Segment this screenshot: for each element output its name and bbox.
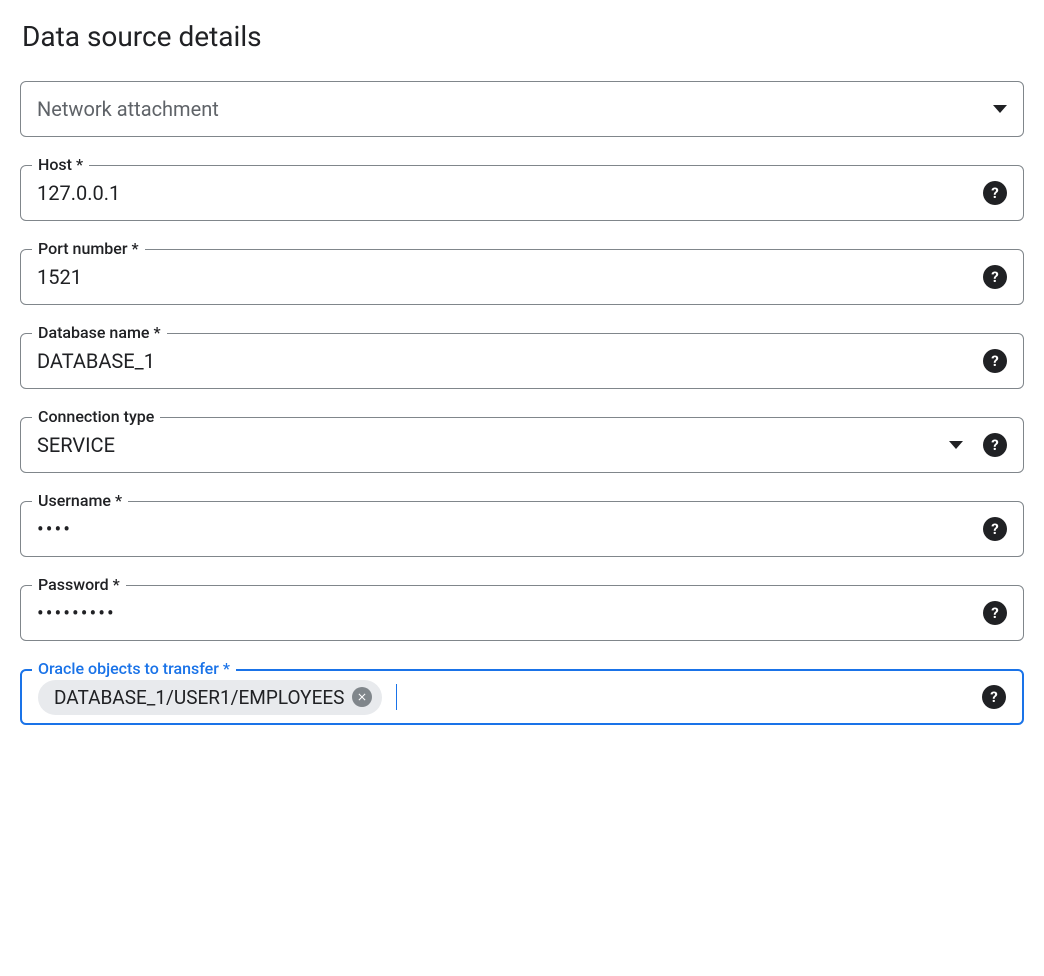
username-label: Username * — [32, 491, 128, 510]
network-attachment-field[interactable]: Network attachment — [20, 81, 1024, 137]
help-icon[interactable]: ? — [983, 181, 1007, 205]
close-icon[interactable] — [352, 687, 372, 707]
password-value: ••••••••• — [37, 601, 971, 625]
port-value: 1521 — [37, 265, 971, 289]
password-field[interactable]: Password * ••••••••• ? — [20, 585, 1024, 641]
username-field[interactable]: Username * •••• ? — [20, 501, 1024, 557]
host-label: Host * — [32, 155, 89, 174]
help-icon[interactable]: ? — [983, 265, 1007, 289]
database-name-value: DATABASE_1 — [37, 349, 971, 373]
chevron-down-icon — [993, 105, 1007, 113]
text-cursor — [396, 684, 397, 710]
connection-type-field[interactable]: Connection type SERVICE ? — [20, 417, 1024, 473]
host-value: 127.0.0.1 — [37, 181, 971, 205]
database-name-field[interactable]: Database name * DATABASE_1 ? — [20, 333, 1024, 389]
connection-type-label: Connection type — [32, 407, 160, 426]
help-icon[interactable]: ? — [983, 517, 1007, 541]
chip-label: DATABASE_1/USER1/EMPLOYEES — [54, 686, 344, 709]
port-field[interactable]: Port number * 1521 ? — [20, 249, 1024, 305]
username-value: •••• — [37, 517, 971, 541]
chevron-down-icon — [949, 441, 963, 449]
port-label: Port number * — [32, 239, 145, 258]
help-icon[interactable]: ? — [983, 433, 1007, 457]
help-icon[interactable]: ? — [982, 685, 1006, 709]
connection-type-value: SERVICE — [37, 433, 949, 457]
oracle-objects-label: Oracle objects to transfer * — [32, 659, 236, 678]
host-field[interactable]: Host * 127.0.0.1 ? — [20, 165, 1024, 221]
password-label: Password * — [32, 575, 126, 594]
network-attachment-placeholder: Network attachment — [37, 97, 219, 121]
help-icon[interactable]: ? — [983, 349, 1007, 373]
page-title: Data source details — [20, 20, 1024, 53]
object-chip[interactable]: DATABASE_1/USER1/EMPLOYEES — [38, 680, 382, 715]
database-name-label: Database name * — [32, 323, 167, 342]
help-icon[interactable]: ? — [983, 601, 1007, 625]
oracle-objects-field[interactable]: Oracle objects to transfer * DATABASE_1/… — [20, 669, 1024, 725]
